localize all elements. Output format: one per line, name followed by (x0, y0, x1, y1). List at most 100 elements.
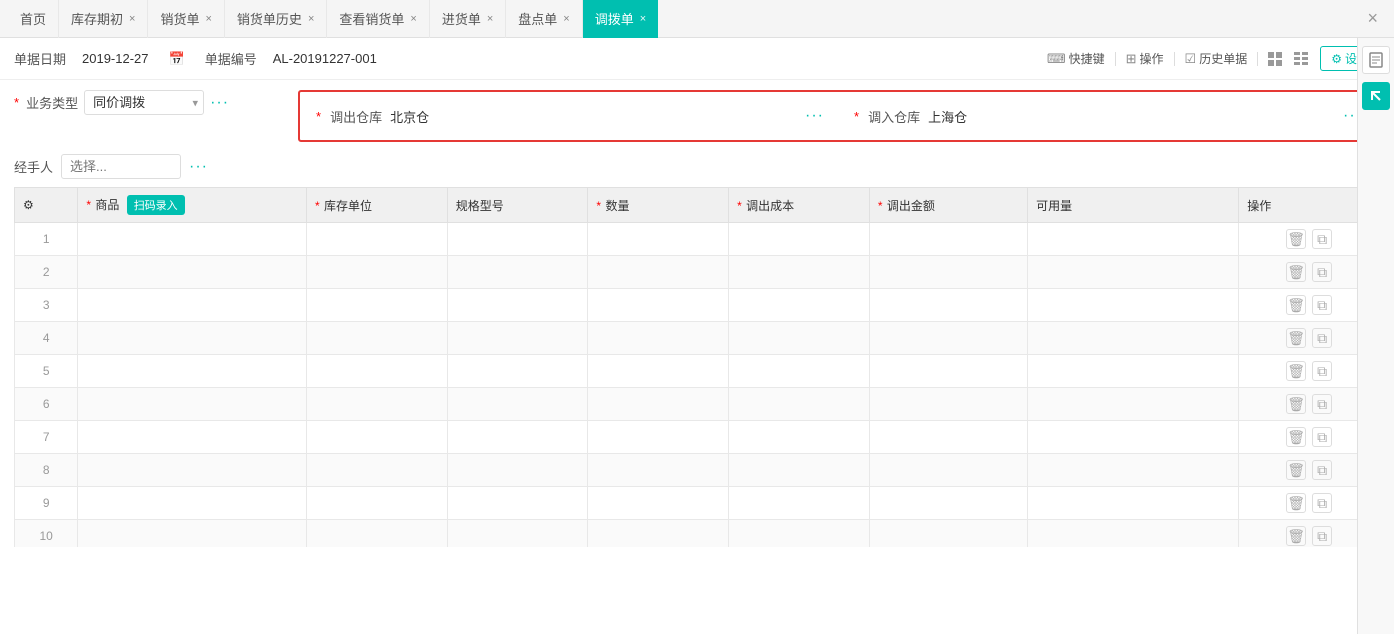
amount-cell-1[interactable] (869, 223, 1027, 256)
delete-icon-3[interactable]: 🗑 (1286, 295, 1306, 315)
copy-icon-4[interactable]: ⧉ (1312, 328, 1332, 348)
amount-cell-10[interactable] (869, 520, 1027, 548)
product-cell-8[interactable] (78, 454, 307, 487)
amount-cell-6[interactable] (869, 388, 1027, 421)
sidebar-doc-icon[interactable] (1362, 46, 1390, 74)
delete-icon-7[interactable]: 🗑 (1286, 427, 1306, 447)
spec-cell-6[interactable] (447, 388, 588, 421)
delete-icon-6[interactable]: 🗑 (1286, 394, 1306, 414)
unit-cell-4[interactable] (306, 322, 447, 355)
unit-cell-1[interactable] (306, 223, 447, 256)
delete-icon-4[interactable]: 🗑 (1286, 328, 1306, 348)
qty-cell-5[interactable] (588, 355, 729, 388)
out-warehouse-more[interactable]: ··· (805, 107, 824, 125)
unit-cell-5[interactable] (306, 355, 447, 388)
in-warehouse-value[interactable]: 上海仓 (928, 107, 967, 126)
copy-icon-2[interactable]: ⧉ (1312, 262, 1332, 282)
tab-inventory-init-close[interactable]: × (129, 13, 135, 25)
copy-icon-10[interactable]: ⧉ (1312, 526, 1332, 546)
copy-icon-1[interactable]: ⧉ (1312, 229, 1332, 249)
delete-icon-5[interactable]: 🗑 (1286, 361, 1306, 381)
sidebar-export-icon[interactable] (1362, 82, 1390, 110)
scan-button[interactable]: 扫码录入 (127, 195, 185, 215)
product-cell-10[interactable] (78, 520, 307, 548)
tab-view-sales-close[interactable]: × (410, 13, 416, 25)
product-cell-9[interactable] (78, 487, 307, 520)
cost-cell-9[interactable] (729, 487, 870, 520)
tab-home[interactable]: 首页 (8, 0, 59, 38)
cost-cell-3[interactable] (729, 289, 870, 322)
tab-view-sales[interactable]: 查看销货单 × (327, 0, 429, 38)
product-cell-4[interactable] (78, 322, 307, 355)
spec-cell-10[interactable] (447, 520, 588, 548)
spec-cell-4[interactable] (447, 322, 588, 355)
business-type-select[interactable]: 同价调拨 (84, 90, 204, 115)
qty-cell-9[interactable] (588, 487, 729, 520)
delete-icon-9[interactable]: 🗑 (1286, 493, 1306, 513)
tab-inventory-init[interactable]: 库存期初 × (59, 0, 148, 38)
copy-icon-5[interactable]: ⧉ (1312, 361, 1332, 381)
unit-cell-10[interactable] (306, 520, 447, 548)
copy-icon-6[interactable]: ⧉ (1312, 394, 1332, 414)
copy-icon-7[interactable]: ⧉ (1312, 427, 1332, 447)
tab-purchase-order[interactable]: 进货单 × (430, 0, 506, 38)
product-cell-3[interactable] (78, 289, 307, 322)
amount-cell-9[interactable] (869, 487, 1027, 520)
unit-cell-3[interactable] (306, 289, 447, 322)
calendar-icon[interactable]: 📅 (169, 51, 185, 67)
amount-cell-8[interactable] (869, 454, 1027, 487)
tab-inventory-check-close[interactable]: × (563, 13, 569, 25)
spec-cell-2[interactable] (447, 256, 588, 289)
product-cell-1[interactable] (78, 223, 307, 256)
cost-cell-7[interactable] (729, 421, 870, 454)
tab-sales-history-close[interactable]: × (308, 13, 314, 25)
unit-cell-2[interactable] (306, 256, 447, 289)
cost-cell-4[interactable] (729, 322, 870, 355)
product-cell-2[interactable] (78, 256, 307, 289)
amount-cell-4[interactable] (869, 322, 1027, 355)
qty-cell-2[interactable] (588, 256, 729, 289)
tab-sales-order[interactable]: 销货单 × (148, 0, 224, 38)
copy-icon-8[interactable]: ⧉ (1312, 460, 1332, 480)
layout-icon1[interactable] (1268, 52, 1284, 66)
business-type-more[interactable]: ··· (210, 94, 229, 112)
tab-transfer-order-close[interactable]: × (640, 13, 646, 25)
tab-transfer-order[interactable]: 调拨单 × (583, 0, 658, 38)
cost-cell-5[interactable] (729, 355, 870, 388)
cost-cell-8[interactable] (729, 454, 870, 487)
spec-cell-5[interactable] (447, 355, 588, 388)
history-button[interactable]: ☑ 历史单据 (1185, 50, 1248, 67)
handler-more[interactable]: ··· (189, 158, 208, 176)
out-warehouse-value[interactable]: 北京仓 (390, 107, 429, 126)
qty-cell-4[interactable] (588, 322, 729, 355)
qty-cell-6[interactable] (588, 388, 729, 421)
tab-sales-history[interactable]: 销货单历史 × (225, 0, 327, 38)
tab-sales-order-close[interactable]: × (205, 13, 211, 25)
qty-cell-10[interactable] (588, 520, 729, 548)
cost-cell-1[interactable] (729, 223, 870, 256)
spec-cell-1[interactable] (447, 223, 588, 256)
spec-cell-8[interactable] (447, 454, 588, 487)
qty-cell-1[interactable] (588, 223, 729, 256)
window-close-button[interactable]: × (1359, 8, 1386, 29)
product-cell-7[interactable] (78, 421, 307, 454)
amount-cell-5[interactable] (869, 355, 1027, 388)
product-cell-5[interactable] (78, 355, 307, 388)
amount-cell-7[interactable] (869, 421, 1027, 454)
unit-cell-6[interactable] (306, 388, 447, 421)
amount-cell-3[interactable] (869, 289, 1027, 322)
delete-icon-8[interactable]: 🗑 (1286, 460, 1306, 480)
qty-cell-3[interactable] (588, 289, 729, 322)
cost-cell-2[interactable] (729, 256, 870, 289)
cost-cell-6[interactable] (729, 388, 870, 421)
delete-icon-1[interactable]: 🗑 (1286, 229, 1306, 249)
tab-inventory-check[interactable]: 盘点单 × (506, 0, 582, 38)
tab-purchase-order-close[interactable]: × (487, 13, 493, 25)
copy-icon-3[interactable]: ⧉ (1312, 295, 1332, 315)
amount-cell-2[interactable] (869, 256, 1027, 289)
cost-cell-10[interactable] (729, 520, 870, 548)
spec-cell-7[interactable] (447, 421, 588, 454)
delete-icon-2[interactable]: 🗑 (1286, 262, 1306, 282)
table-scroll-area[interactable]: ⚙ * 商品 扫码录入 * 库存单位 规格型号 * (14, 187, 1380, 547)
qty-cell-8[interactable] (588, 454, 729, 487)
